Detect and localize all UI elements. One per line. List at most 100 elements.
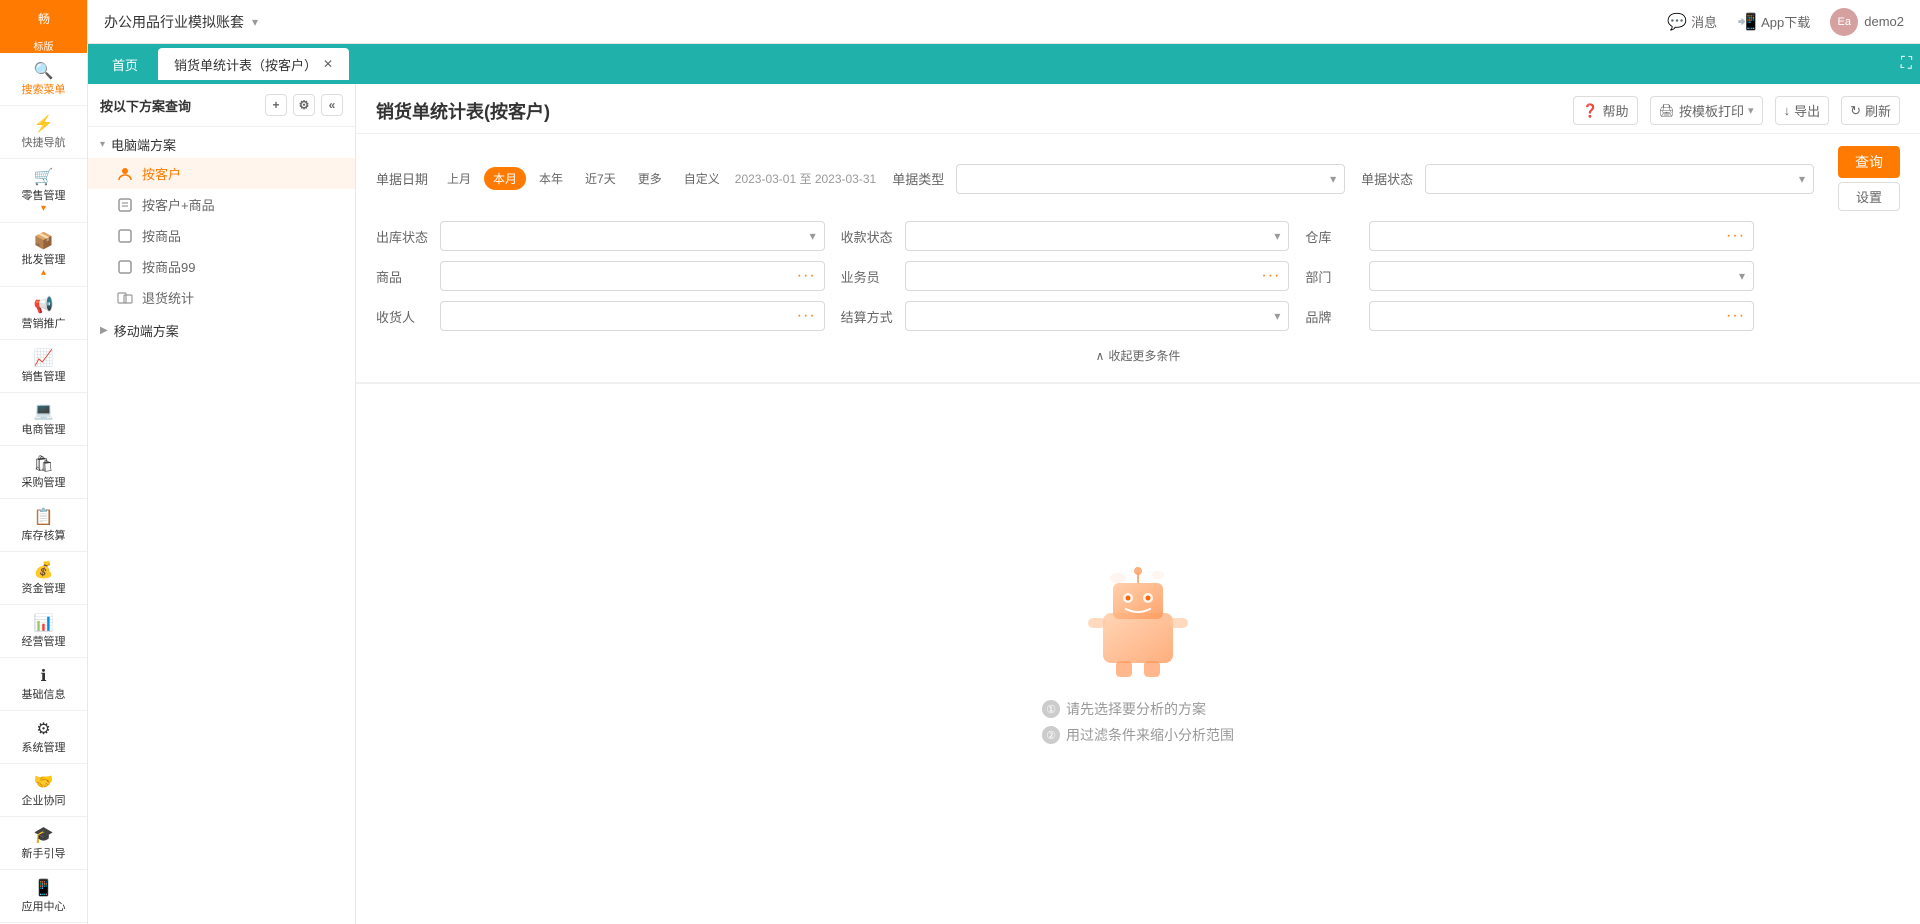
salesperson-input[interactable]: ··· [905, 261, 1290, 291]
retail-arrow-icon: ▾ [41, 203, 46, 214]
department-select[interactable]: ▾ [1369, 261, 1754, 291]
add-icon: + [272, 98, 279, 112]
sidebar: 畅 标版 🔍 搜索菜单 ⚡ 快捷导航 🛒 零售管理 ▾ 📦 批发管理 ▴ 📢 营… [0, 0, 88, 924]
sidebar-item-quick-nav[interactable]: ⚡ 快捷导航 [0, 106, 88, 159]
app-download-icon: 📲 [1737, 12, 1757, 32]
message-btn[interactable]: 💬 消息 [1667, 12, 1717, 32]
help-btn[interactable]: ❓ 帮助 [1573, 96, 1637, 125]
date-btn-this-year[interactable]: 本年 [530, 167, 572, 190]
goods-label: 商品 [376, 267, 432, 286]
date-btn-more[interactable]: 更多 [629, 167, 671, 190]
sidebar-item-marketing[interactable]: 📢 营销推广 [0, 287, 88, 340]
tab-close-btn[interactable]: ✕ [323, 57, 333, 71]
refresh-btn[interactable]: ↻ 刷新 [1841, 96, 1900, 125]
sidebar-finance-label: 资金管理 [22, 580, 66, 596]
empty-state: ① 请先选择要分析的方案 ② 用过滤条件来缩小分析范围 [356, 384, 1920, 924]
filter-department-item: 部门 ▾ [1305, 261, 1754, 291]
tab-expand-btn[interactable]: ⛶ [1901, 55, 1912, 73]
receiver-label: 收货人 [376, 307, 432, 326]
sidebar-item-app-center[interactable]: 📱 应用中心 [0, 870, 88, 923]
empty-state-icon [1078, 563, 1198, 683]
warehouse-label: 仓库 [1305, 227, 1361, 246]
scheme-item-by-goods[interactable]: 按商品 [88, 220, 355, 251]
desktop-scheme-group[interactable]: ▾ 电脑端方案 [88, 131, 355, 158]
print-icon: 🖨 [1659, 103, 1676, 119]
filter-receiver-item: 收货人 ··· [376, 301, 825, 331]
sidebar-appcenter-label: 应用中心 [22, 898, 66, 914]
panel-add-btn[interactable]: + [265, 94, 287, 116]
payment-status-chevron: ▾ [1274, 229, 1280, 243]
sidebar-item-sales[interactable]: 📈 销售管理 [0, 340, 88, 393]
order-type-label: 单据类型 [892, 169, 948, 188]
department-chevron: ▾ [1739, 269, 1745, 283]
title-dropdown-icon[interactable]: ▾ [252, 15, 258, 29]
goods-input[interactable]: ··· [440, 261, 825, 291]
date-filter: 上月 本月 本年 近7天 更多 自定义 [438, 167, 729, 190]
settlement-select[interactable]: ▾ [905, 301, 1290, 331]
date-btn-last-month[interactable]: 上月 [438, 167, 480, 190]
sidebar-item-inventory[interactable]: 📋 库存核算 [0, 499, 88, 552]
scheme-item-return-stat[interactable]: 退货统计 [88, 282, 355, 313]
receiver-input[interactable]: ··· [440, 301, 825, 331]
sidebar-item-enterprise[interactable]: 🤝 企业协同 [0, 764, 88, 817]
sidebar-quicknav-label: 快捷导航 [5, 134, 83, 150]
sidebar-item-ecommerce[interactable]: 💻 电商管理 [0, 393, 88, 446]
export-icon: ↓ [1784, 103, 1791, 118]
desktop-group-arrow: ▾ [100, 139, 105, 150]
help-label: 帮助 [1602, 101, 1628, 120]
header-left: 办公用品行业模拟账套 ▾ [104, 12, 258, 32]
settings-btn[interactable]: 设置 [1838, 182, 1900, 211]
sidebar-item-retail[interactable]: 🛒 零售管理 ▾ [0, 159, 88, 223]
scheme-item-customer-goods[interactable]: 按客户+商品 [88, 189, 355, 220]
payment-status-select[interactable]: ▾ [905, 221, 1290, 251]
scheme-item-by-customer[interactable]: 按客户 [88, 158, 355, 189]
filter-area: 单据日期 上月 本月 本年 近7天 更多 自定义 2023-03-01 至 20… [356, 134, 1920, 383]
sidebar-item-system[interactable]: ⚙ 系统管理 [0, 711, 88, 764]
desktop-scheme-section: ▾ 电脑端方案 按客户 按客户+商品 [88, 127, 355, 317]
app-download-btn[interactable]: 📲 App下载 [1737, 12, 1810, 32]
user-profile-btn[interactable]: Ea demo2 [1830, 8, 1904, 36]
panel-settings-btn[interactable]: ⚙ [293, 94, 315, 116]
sidebar-item-operation[interactable]: 📊 经营管理 [0, 605, 88, 658]
mobile-scheme-group[interactable]: ▶ 移动端方案 [88, 317, 355, 344]
query-btn[interactable]: 查询 [1838, 146, 1900, 178]
tab-home[interactable]: 首页 [96, 48, 154, 80]
print-btn[interactable]: 🖨 按模板打印 ▾ [1650, 96, 1763, 125]
tab-sales-stat[interactable]: 销货单统计表（按客户） ✕ [158, 48, 349, 80]
date-btn-this-month[interactable]: 本月 [484, 167, 526, 190]
panel-collapse-btn[interactable]: « [321, 94, 343, 116]
scheme-item-goods-99[interactable]: 按商品99 [88, 251, 355, 282]
app-logo[interactable]: 畅 标版 [0, 0, 88, 53]
page-title: 销货单统计表(按客户) [376, 98, 550, 124]
filter-order-status-item: 单据状态 ▾ [1361, 164, 1814, 194]
sidebar-item-finance[interactable]: 💰 资金管理 [0, 552, 88, 605]
warehouse-dots: ··· [1726, 227, 1745, 245]
sidebar-item-basic[interactable]: ℹ 基础信息 [0, 658, 88, 711]
order-status-select[interactable]: ▾ [1425, 164, 1814, 194]
sidebar-item-purchase[interactable]: 🛍 采购管理 [0, 446, 88, 499]
mobile-group-arrow: ▶ [100, 325, 108, 336]
print-label: 按模板打印 [1679, 101, 1744, 120]
export-btn[interactable]: ↓ 导出 [1775, 96, 1830, 125]
order-status-chevron: ▾ [1799, 172, 1805, 186]
hint-num-2: ② [1042, 726, 1060, 744]
left-panel: 按以下方案查询 + ⚙ « ▾ 电脑端方案 [88, 84, 356, 924]
filter-goods-item: 商品 ··· [376, 261, 825, 291]
sidebar-item-wholesale[interactable]: 📦 批发管理 ▴ [0, 223, 88, 287]
hint-num-1: ① [1042, 700, 1060, 718]
collapse-more-btn[interactable]: ∧ 收起更多条件 [376, 341, 1900, 370]
date-btn-custom[interactable]: 自定义 [675, 167, 729, 190]
date-btn-last7[interactable]: 近7天 [576, 167, 625, 190]
user-name: demo2 [1864, 14, 1904, 29]
sidebar-sales-label: 销售管理 [22, 368, 66, 384]
sidebar-item-newbie[interactable]: 🎓 新手引导 [0, 817, 88, 870]
sidebar-item-search[interactable]: 🔍 搜索菜单 [0, 53, 88, 106]
filter-settlement-item: 结算方式 ▾ [841, 301, 1290, 331]
brand-input[interactable]: ··· [1369, 301, 1754, 331]
panel-header: 按以下方案查询 + ⚙ « [88, 84, 355, 127]
sidebar-marketing-label: 营销推广 [22, 315, 66, 331]
warehouse-input[interactable]: ··· [1369, 221, 1754, 251]
order-type-select[interactable]: ▾ [956, 164, 1345, 194]
out-status-label: 出库状态 [376, 227, 432, 246]
out-status-select[interactable]: ▾ [440, 221, 825, 251]
